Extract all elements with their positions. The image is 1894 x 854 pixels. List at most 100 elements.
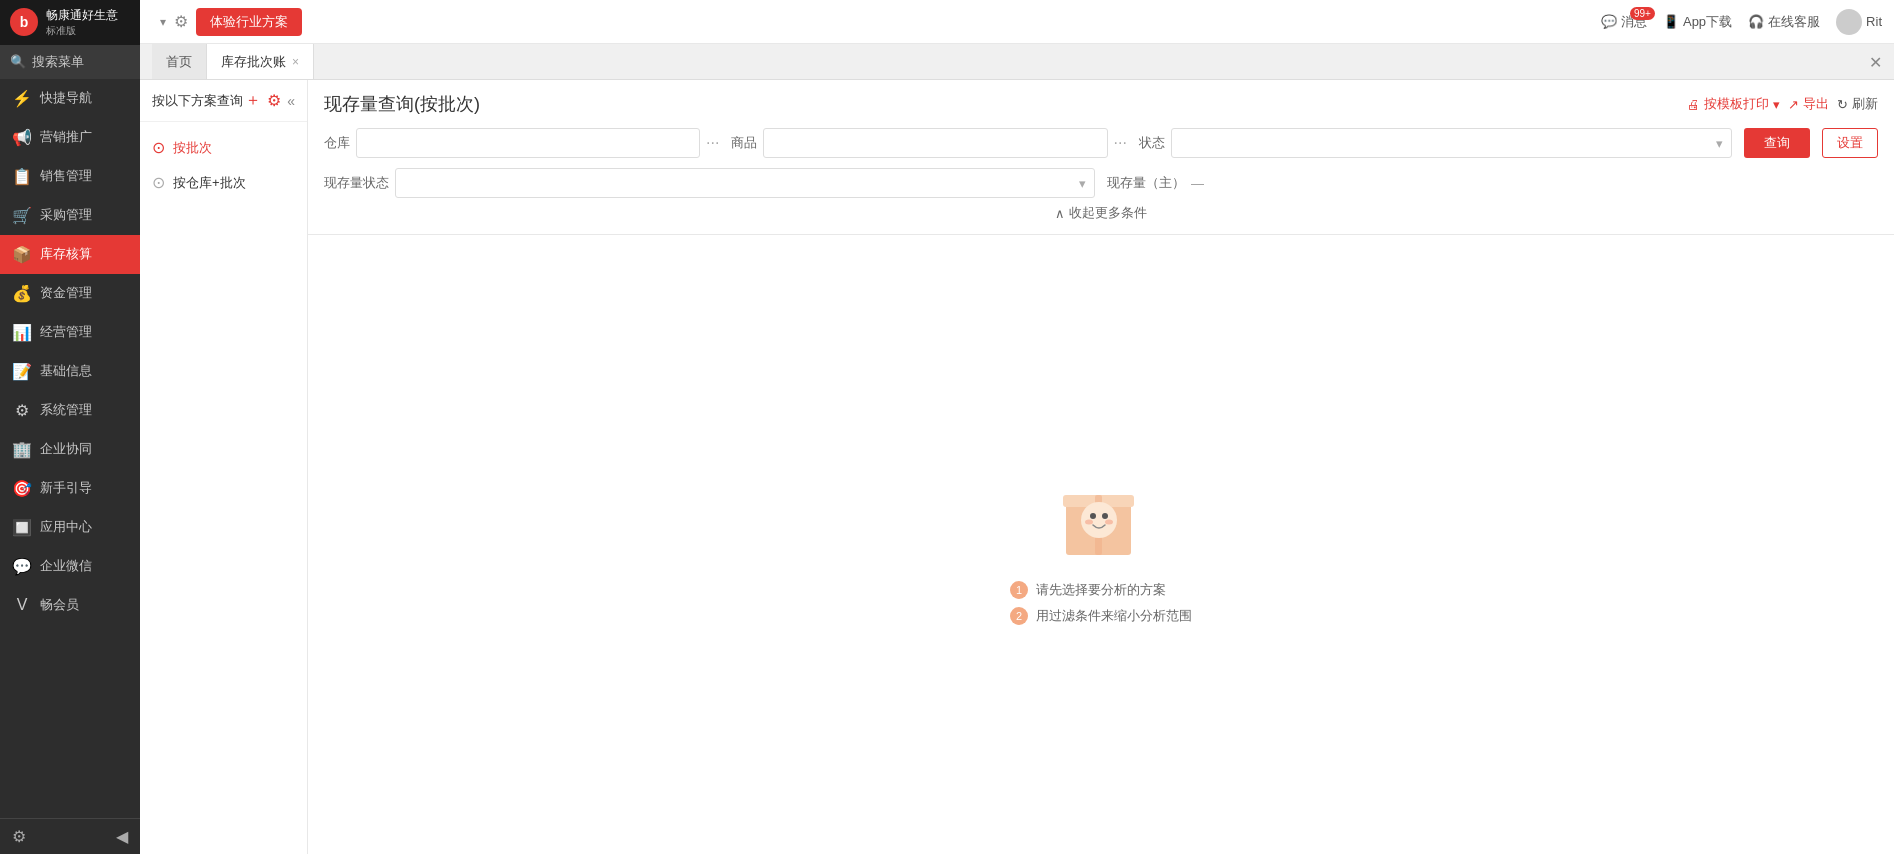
- sidebar-item-system[interactable]: ⚙ 系统管理: [0, 391, 140, 430]
- plan-list: ⊙ 按批次 ⊙ 按仓库+批次: [140, 122, 307, 854]
- warehouse-input[interactable]: [356, 128, 700, 158]
- topbar-gear-icon[interactable]: ⚙: [174, 12, 188, 31]
- step-2-text: 用过滤条件来缩小分析范围: [1036, 607, 1192, 625]
- collapse-panel-icon[interactable]: «: [287, 93, 295, 109]
- sidebar-item-label: 快捷导航: [40, 89, 92, 107]
- home-tab-label: 首页: [166, 53, 192, 71]
- app-title: 畅康通好生意: [46, 8, 118, 24]
- trial-button[interactable]: 体验行业方案: [196, 8, 302, 36]
- user-name: Rit: [1866, 14, 1882, 29]
- member-icon: V: [12, 596, 32, 614]
- plan-label: 按仓库+批次: [173, 174, 246, 192]
- status-select[interactable]: ▾: [1171, 128, 1732, 158]
- finance-icon: 💰: [12, 284, 32, 303]
- sidebar-item-label: 应用中心: [40, 518, 92, 536]
- sidebar-item-inventory[interactable]: 📦 库存核算: [0, 235, 140, 274]
- collapse-sidebar-icon[interactable]: ◀: [116, 827, 128, 846]
- plan-item-batch[interactable]: ⊙ 按批次: [140, 130, 307, 165]
- messages-badge: 99+: [1630, 7, 1655, 20]
- warehouse-label: 仓库: [324, 134, 350, 152]
- sidebar-item-purchase[interactable]: 🛒 采购管理: [0, 196, 140, 235]
- plan-settings-icon[interactable]: ⚙: [267, 91, 281, 110]
- content: 按以下方案查询 ＋ ⚙ « ⊙ 按批次 ⊙ 按仓库+批次: [140, 80, 1894, 854]
- phone-icon: 📱: [1663, 14, 1679, 29]
- quick-nav-icon: ⚡: [12, 89, 32, 108]
- app-logo: b: [10, 8, 38, 36]
- settings-icon[interactable]: ⚙: [12, 827, 26, 846]
- status-label: 状态: [1139, 134, 1165, 152]
- empty-step-2: 2 用过滤条件来缩小分析范围: [1010, 607, 1192, 625]
- left-panel-actions: ＋ ⚙ «: [245, 90, 295, 111]
- sidebar: b 畅康通好生意 标准版 🔍 搜索菜单 ⚡ 快捷导航 📢 营销推广 📋 销售管理…: [0, 0, 140, 854]
- purchase-icon: 🛒: [12, 206, 32, 225]
- sidebar-item-label: 系统管理: [40, 401, 92, 419]
- collapse-filters-button[interactable]: ∧ 收起更多条件: [324, 198, 1878, 222]
- plan-label: 按批次: [173, 139, 212, 157]
- sidebar-item-label: 企业微信: [40, 557, 92, 575]
- sidebar-item-finance[interactable]: 💰 资金管理: [0, 274, 140, 313]
- avatar: [1836, 9, 1862, 35]
- sidebar-item-appstore[interactable]: 🔲 应用中心: [0, 508, 140, 547]
- page-title: 现存量查询(按批次): [324, 92, 480, 116]
- user-profile[interactable]: Rit: [1836, 9, 1882, 35]
- guide-icon: 🎯: [12, 479, 32, 498]
- sidebar-item-wechat[interactable]: 💬 企业微信: [0, 547, 140, 586]
- settings-button[interactable]: 设置: [1822, 128, 1878, 158]
- sidebar-item-label: 销售管理: [40, 167, 92, 185]
- service-icon: 🎧: [1748, 14, 1764, 29]
- plan-item-warehouse-batch[interactable]: ⊙ 按仓库+批次: [140, 165, 307, 200]
- inventory-status-label: 现存量状态: [324, 174, 389, 192]
- topbar-right: 💬 消息 99+ 📱 App下载 🎧 在线客服 Rit: [1601, 9, 1882, 35]
- product-input[interactable]: [763, 128, 1107, 158]
- sidebar-search[interactable]: 🔍 搜索菜单: [0, 45, 140, 79]
- tabs-bar: 首页 库存批次账 × ✕: [140, 44, 1894, 80]
- add-plan-button[interactable]: ＋: [245, 90, 261, 111]
- left-panel: 按以下方案查询 ＋ ⚙ « ⊙ 按批次 ⊙ 按仓库+批次: [140, 80, 308, 854]
- active-tab-label: 库存批次账: [221, 53, 286, 71]
- sidebar-nav: ⚡ 快捷导航 📢 营销推广 📋 销售管理 🛒 采购管理 📦 库存核算 💰 资金管…: [0, 79, 140, 818]
- sidebar-item-quick-nav[interactable]: ⚡ 快捷导航: [0, 79, 140, 118]
- sidebar-item-basic[interactable]: 📝 基础信息: [0, 352, 140, 391]
- collapse-label: 收起更多条件: [1069, 204, 1147, 222]
- messages-button[interactable]: 💬 消息 99+: [1601, 13, 1647, 31]
- online-service-label: 在线客服: [1768, 13, 1820, 31]
- inventory-status-dropdown[interactable]: ▾: [395, 168, 1095, 198]
- inventory-qty-label: 现存量（主）: [1107, 174, 1185, 192]
- query-button[interactable]: 查询: [1744, 128, 1810, 158]
- sidebar-item-marketing[interactable]: 📢 营销推广: [0, 118, 140, 157]
- marketing-icon: 📢: [12, 128, 32, 147]
- sidebar-item-member[interactable]: V 畅会员: [0, 586, 140, 624]
- print-button[interactable]: 🖨 按模板打印 ▾: [1687, 95, 1780, 113]
- sidebar-item-operations[interactable]: 📊 经营管理: [0, 313, 140, 352]
- plan-inactive-icon: ⊙: [152, 173, 165, 192]
- tab-inventory-batch[interactable]: 库存批次账 ×: [207, 44, 314, 79]
- app-title-block: 畅康通好生意 标准版: [46, 8, 118, 37]
- topbar-left: ▾ ⚙ 体验行业方案: [152, 8, 1591, 36]
- export-button[interactable]: ↗ 导出: [1788, 95, 1829, 113]
- status-dropdown-arrow: ▾: [1716, 136, 1723, 151]
- tabs-close-all-button[interactable]: ✕: [1869, 52, 1882, 71]
- page-header: 现存量查询(按批次) 🖨 按模板打印 ▾ ↗ 导出 ↻: [308, 80, 1894, 235]
- empty-steps: 1 请先选择要分析的方案 2 用过滤条件来缩小分析范围: [1010, 581, 1192, 625]
- warehouse-more-icon[interactable]: ···: [706, 134, 719, 152]
- product-more-icon[interactable]: ···: [1114, 134, 1127, 152]
- online-service-button[interactable]: 🎧 在线客服: [1748, 13, 1820, 31]
- refresh-button[interactable]: ↻ 刷新: [1837, 95, 1878, 113]
- sidebar-item-sales[interactable]: 📋 销售管理: [0, 157, 140, 196]
- app-download-button[interactable]: 📱 App下载: [1663, 13, 1732, 31]
- empty-state: 1 请先选择要分析的方案 2 用过滤条件来缩小分析范围: [308, 235, 1894, 854]
- sidebar-item-guide[interactable]: 🎯 新手引导: [0, 469, 140, 508]
- empty-step-1: 1 请先选择要分析的方案: [1010, 581, 1192, 599]
- basic-icon: 📝: [12, 362, 32, 381]
- sidebar-item-enterprise[interactable]: 🏢 企业协同: [0, 430, 140, 469]
- tab-close-icon[interactable]: ×: [292, 55, 299, 69]
- page-title-row: 现存量查询(按批次) 🖨 按模板打印 ▾ ↗ 导出 ↻: [324, 92, 1878, 116]
- tab-home[interactable]: 首页: [152, 44, 207, 79]
- step-2-num: 2: [1010, 607, 1028, 625]
- sidebar-footer: ⚙ ◀: [0, 818, 140, 854]
- app-version: 标准版: [46, 24, 118, 37]
- sales-icon: 📋: [12, 167, 32, 186]
- svg-point-3: [1081, 502, 1117, 538]
- step-1-text: 请先选择要分析的方案: [1036, 581, 1166, 599]
- step-1-num: 1: [1010, 581, 1028, 599]
